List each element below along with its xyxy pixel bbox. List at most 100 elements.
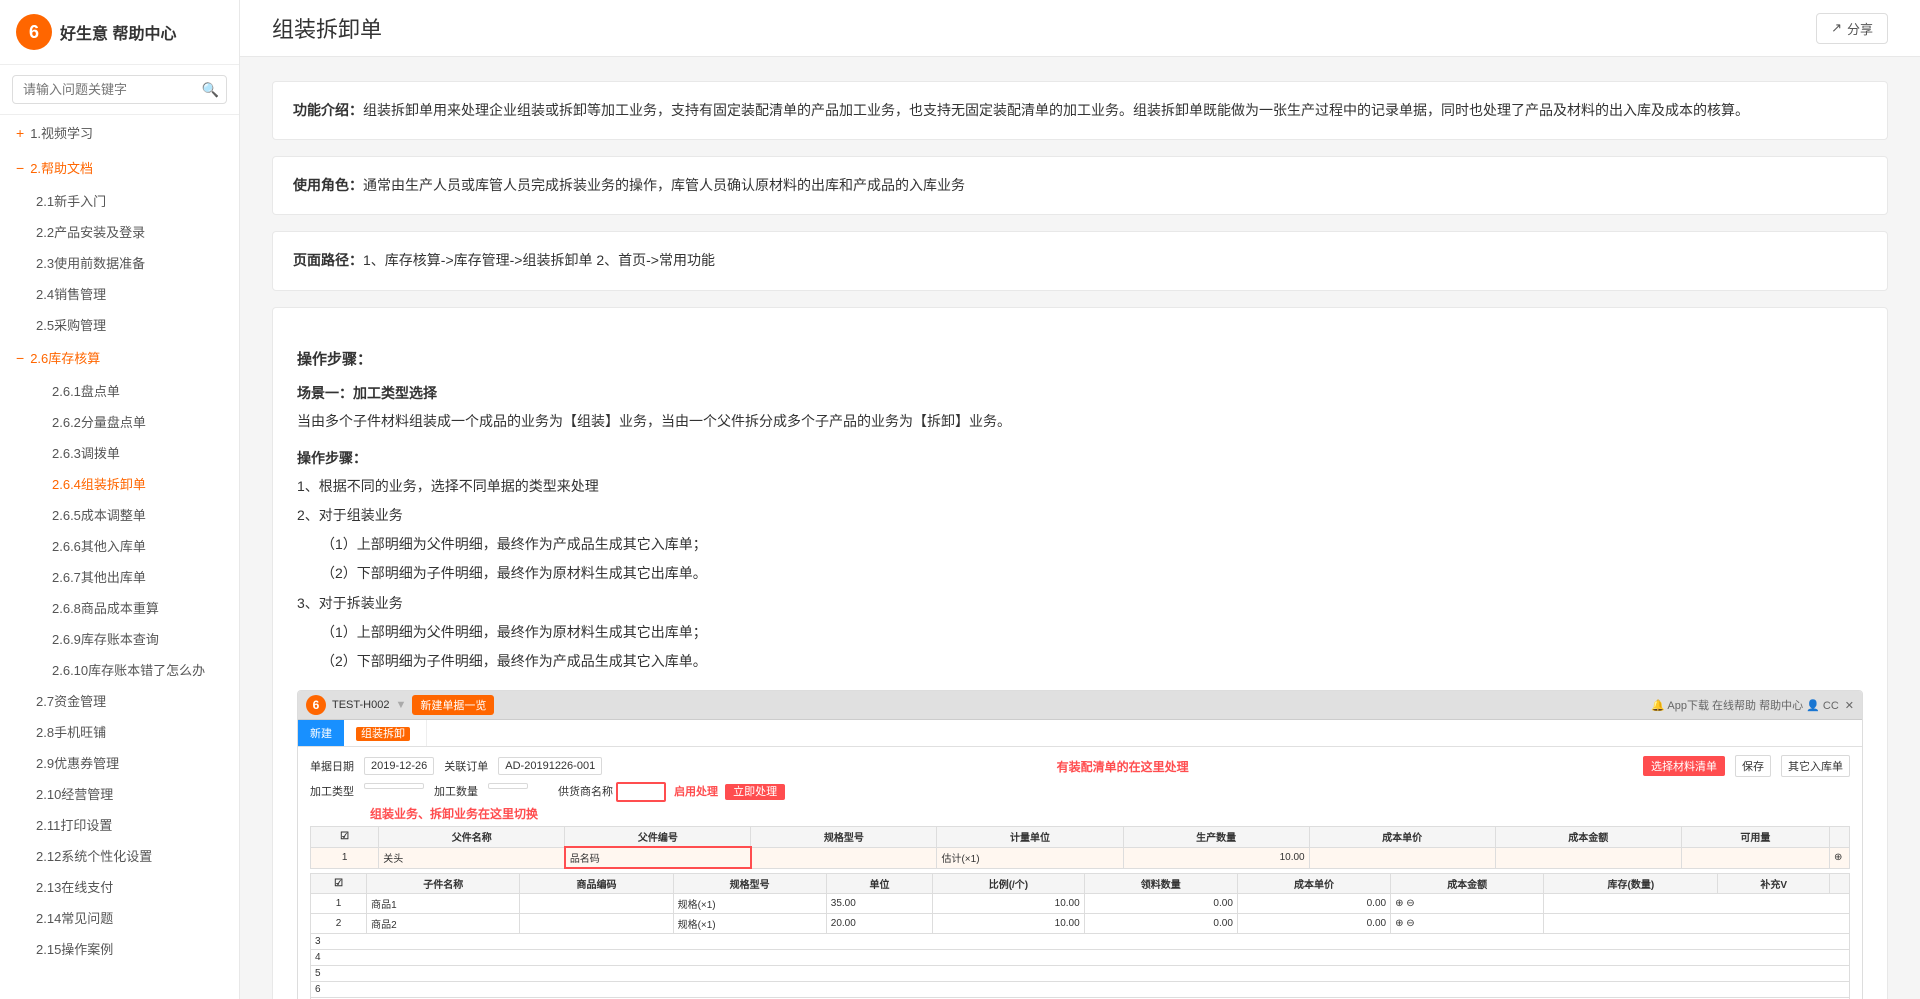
sidebar-sub-215[interactable]: 2.15操作案例 (36, 933, 239, 964)
search-bar-container: 🔍 (0, 65, 239, 115)
sc-lth-name: 子件名称 (367, 874, 520, 894)
intro-label: 功能介绍： (293, 102, 363, 118)
sidebar-sub-21[interactable]: 2.1新手入门 (36, 185, 239, 216)
sc-logo: 6 (306, 695, 326, 715)
role-content: 通常由生产人员或库管人员完成拆装业务的操作，库管人员确认原材料的出库和产成品的入… (363, 177, 965, 193)
sidebar-sub-268[interactable]: 2.6.8商品成本重算 (52, 592, 239, 623)
sc-select-btn: 选择材料清单 (1643, 756, 1725, 776)
sc-lcell-unit1: 35.00 (826, 894, 932, 914)
collapse-icon: − (16, 160, 24, 176)
sidebar-sub-24[interactable]: 2.4销售管理 (36, 278, 239, 309)
sidebar-item-26[interactable]: − 2.6库存核算 (0, 340, 239, 375)
sc-lth-amount: 成本金额 (1391, 874, 1544, 894)
sc-lower-row3: 3 (311, 934, 1850, 950)
sidebar-sub-267[interactable]: 2.6.7其他出库单 (52, 561, 239, 592)
sidebar-sub-29[interactable]: 2.9优惠券管理 (36, 747, 239, 778)
expand-icon: + (16, 125, 24, 141)
sc-lth-spec: 规格型号 (673, 874, 826, 894)
sc-th-total: 成本金额 (1495, 827, 1681, 848)
sidebar-sub-27[interactable]: 2.7资金管理 (36, 685, 239, 716)
sc-test-id: TEST-H002 (332, 699, 389, 711)
sc-action2: 其它入库单 (1781, 755, 1850, 777)
sidebar-sub-264[interactable]: 2.6.4组装拆卸单 (52, 468, 239, 499)
sidebar-item-video[interactable]: + 1.视频学习 (0, 115, 239, 150)
sc-lower-table: ☑ 子件名称 商品编码 规格型号 单位 比例(/个) 领料数量 成本单价 成本金… (310, 873, 1850, 999)
sc-lcell-empty6: 6 (311, 982, 1850, 998)
sc-action1: 保存 (1735, 755, 1771, 777)
ops-steps-title: 操作步骤： (297, 448, 1863, 468)
sc-lcell-qty1: 0.00 (1084, 894, 1237, 914)
sc-cell-amount (1495, 847, 1681, 868)
share-button[interactable]: ↗ 分享 (1816, 13, 1888, 44)
sc-th-code: 父件编号 (565, 827, 751, 848)
path-text: 页面路径：1、库存核算->库存管理->组装拆卸单 2、首页->常用功能 (293, 248, 1867, 273)
sc-lcell-name2: 商品2 (367, 914, 520, 934)
sc-lcell-code2 (520, 914, 673, 934)
sc-cell-spec (751, 847, 937, 868)
sc-lth-qty: 领料数量 (1084, 874, 1237, 894)
sidebar-sub-265[interactable]: 2.6.5成本调整单 (52, 499, 239, 530)
sc-lower-row5: 5 (311, 966, 1850, 982)
role-text: 使用角色：通常由生产人员或库管人员完成拆装业务的操作，库管人员确认原材料的出库和… (293, 173, 1867, 198)
share-label: 分享 (1847, 19, 1873, 38)
sidebar-sub-211[interactable]: 2.11打印设置 (36, 809, 239, 840)
sc-icons: 🔔 App下载 在线帮助 帮助中心 👤 CC (1651, 697, 1839, 713)
sidebar-sub-213[interactable]: 2.13在线支付 (36, 871, 239, 902)
sc-lth-check: ☑ (311, 874, 367, 894)
sidebar-item-26-label: 2.6库存核算 (30, 348, 100, 367)
sc-lth-unit: 单位 (826, 874, 932, 894)
path-content: 1、库存核算->库存管理->组装拆卸单 2、首页->常用功能 (363, 252, 715, 268)
role-label: 使用角色： (293, 177, 363, 193)
sidebar-sub-214[interactable]: 2.14常见问题 (36, 902, 239, 933)
sidebar-sub-261[interactable]: 2.6.1盘点单 (52, 375, 239, 406)
sc-lcell-empty4: 4 (311, 950, 1850, 966)
sc-th-num: ☑ (311, 827, 379, 848)
intro-block: 功能介绍：组装拆卸单用来处理企业组装或拆卸等加工业务，支持有固定装配清单的产品加… (272, 81, 1888, 140)
sc-lower-row4: 4 (311, 950, 1850, 966)
sc-lower-row6: 6 (311, 982, 1850, 998)
sidebar-sub-2610[interactable]: 2.6.10库存账本错了怎么办 (52, 654, 239, 685)
sc-lcell-amount2: ⊕ ⊖ (1391, 914, 1544, 934)
sc-lcell-ratio1: 10.00 (933, 894, 1085, 914)
sidebar-sub-28[interactable]: 2.8手机旺铺 (36, 716, 239, 747)
sc-th-qty2: 计量单位 (937, 827, 1123, 848)
sc-annotation2-area: 组装业务、拆卸业务在这里切换 (310, 805, 1850, 822)
sidebar-sub-25[interactable]: 2.5采购管理 (36, 309, 239, 340)
sc-cell-check: 1 (311, 847, 379, 868)
sidebar-sub-210[interactable]: 2.10经营管理 (36, 778, 239, 809)
sc-label-type: 加工类型 (310, 783, 354, 799)
sidebar-sub-212[interactable]: 2.12系统个性化设置 (36, 840, 239, 871)
sc-th-spec: 规格型号 (751, 827, 937, 848)
sidebar-sub-22[interactable]: 2.2产品安装及登录 (36, 216, 239, 247)
sc-cell-qty3: 10.00 (1123, 847, 1309, 868)
sidebar-item-video-label: 1.视频学习 (30, 123, 93, 142)
sidebar-logo: 6 好生意 帮助中心 (0, 0, 239, 65)
search-input[interactable] (12, 75, 227, 104)
sidebar-sub-263[interactable]: 2.6.3调拨单 (52, 437, 239, 468)
sc-lth-avail: 库存(数量) (1544, 874, 1718, 894)
logo-text: 好生意 帮助中心 (60, 20, 176, 44)
step1: 1、根据不同的业务，选择不同单据的类型来处理 (297, 474, 1863, 499)
sc-th-num2: 生产数量 (1123, 827, 1309, 848)
ops-title: 操作步骤： (297, 348, 1863, 369)
sidebar-sub-266[interactable]: 2.6.6其他入库单 (52, 530, 239, 561)
sc-th-cost: 成本单价 (1309, 827, 1495, 848)
sc-lcell-qty2: 0.00 (1084, 914, 1237, 934)
sidebar-sub-262[interactable]: 2.6.2分量盘点单 (52, 406, 239, 437)
sc-lcell-spec1: 规格(×1) (673, 894, 826, 914)
page-title: 组装拆卸单 (272, 12, 382, 44)
sc-lcell-empty3: 3 (311, 934, 1850, 950)
sc-lcell-ratio2: 10.00 (933, 914, 1085, 934)
sc-lcell-num2: 2 (311, 914, 367, 934)
sidebar-sub-269[interactable]: 2.6.9库存账本查询 (52, 623, 239, 654)
sc-lcell-rest1 (1544, 894, 1850, 914)
step2: 2、对于组装业务 (297, 503, 1863, 528)
sidebar-sub-23[interactable]: 2.3使用前数据准备 (36, 247, 239, 278)
sc-lcell-price2: 0.00 (1237, 914, 1390, 934)
path-block: 页面路径：1、库存核算->库存管理->组装拆卸单 2、首页->常用功能 (272, 231, 1888, 290)
sidebar-item-docs[interactable]: − 2.帮助文档 (0, 150, 239, 185)
sc-label-date: 单据日期 (310, 758, 354, 774)
sidebar-item-docs-label: 2.帮助文档 (30, 158, 93, 177)
sc-label-assno: 关联订单 (444, 758, 488, 774)
sc-lcell-empty5: 5 (311, 966, 1850, 982)
